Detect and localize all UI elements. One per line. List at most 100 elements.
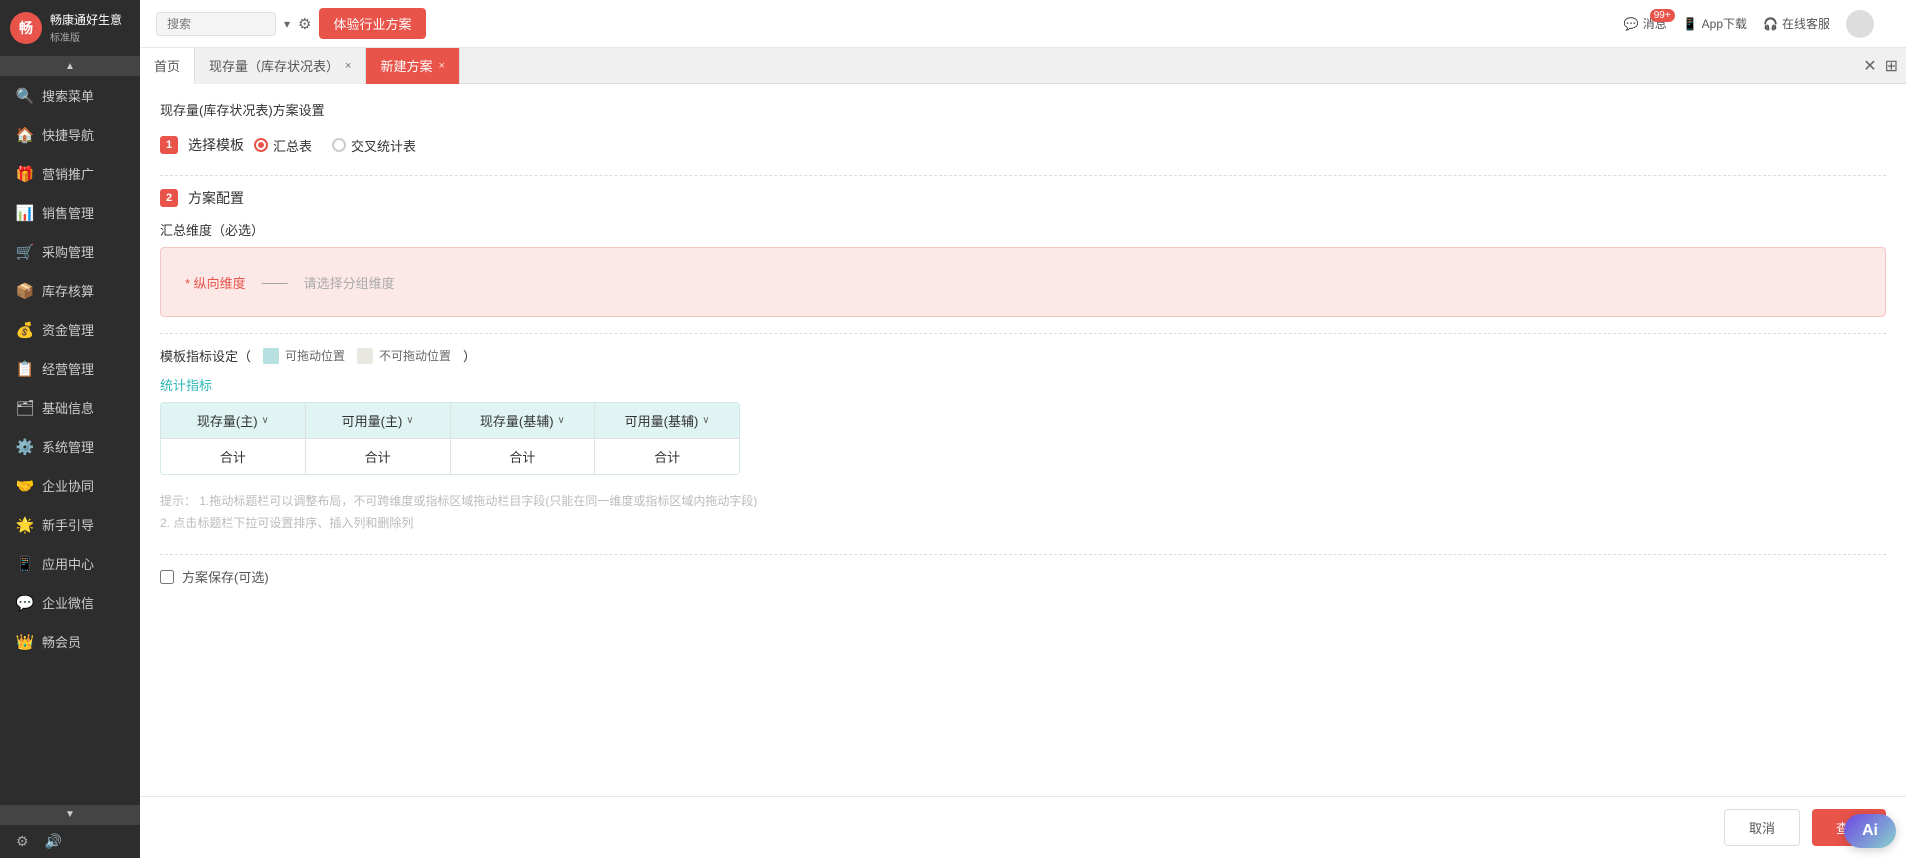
sidebar-scroll-down[interactable]: ▼ bbox=[0, 805, 140, 824]
save-label: 方案保存(可选) bbox=[182, 567, 269, 586]
stats-data-label-2: 合计 bbox=[509, 447, 535, 466]
sidebar-item-label: 基础信息 bbox=[42, 398, 94, 417]
radio-cross-label: 交叉统计表 bbox=[351, 136, 416, 155]
sidebar-item-label: 畅会员 bbox=[42, 632, 81, 651]
sidebar-item-quick-nav[interactable]: 🏠 快捷导航 bbox=[0, 115, 140, 154]
app-label: App下载 bbox=[1702, 15, 1747, 32]
tab-home[interactable]: 首页 bbox=[140, 48, 195, 84]
draggable-legend-text: 可拖动位置 bbox=[285, 347, 345, 364]
sidebar-item-label: 搜索菜单 bbox=[42, 86, 94, 105]
tab-panel-close-icon[interactable]: ✕ bbox=[1863, 56, 1876, 76]
sidebar-item-finance[interactable]: 💰 资金管理 bbox=[0, 310, 140, 349]
sidebar-item-sales[interactable]: 📊 销售管理 bbox=[0, 193, 140, 232]
sidebar-item-label: 资金管理 bbox=[42, 320, 94, 339]
fixed-legend-box bbox=[357, 348, 373, 364]
dimension-box[interactable]: * 纵向维度 —— 请选择分组维度 bbox=[160, 247, 1886, 317]
sidebar-nav: 🔍 搜索菜单 🏠 快捷导航 🎁 营销推广 📊 销售管理 🛒 采购管理 📦 库存核… bbox=[0, 76, 140, 805]
radio-summary-circle bbox=[254, 138, 268, 152]
app-center-icon: 📱 bbox=[16, 555, 34, 573]
draggable-legend-box bbox=[263, 348, 279, 364]
section2-header: 2 方案配置 bbox=[160, 188, 1886, 208]
purchase-icon: 🛒 bbox=[16, 243, 34, 261]
tab-new-plan-label: 新建方案 bbox=[380, 56, 432, 75]
radio-cross[interactable]: 交叉统计表 bbox=[332, 136, 416, 155]
topbar-right: 💬 消息 99+ 📱 App下载 🎧 在线客服 bbox=[1624, 10, 1890, 38]
sidebar-item-purchase[interactable]: 🛒 采购管理 bbox=[0, 232, 140, 271]
app-download-button[interactable]: 📱 App下载 bbox=[1683, 15, 1747, 32]
system-icon: ⚙️ bbox=[16, 438, 34, 456]
legend-fixed: 不可拖动位置 bbox=[357, 347, 451, 364]
marketing-icon: 🎁 bbox=[16, 165, 34, 183]
stats-header-cell-0[interactable]: 现存量(主) ∨ bbox=[161, 403, 306, 438]
sidebar-item-enterprise[interactable]: 🤝 企业协同 bbox=[0, 466, 140, 505]
topbar-left: ▾ ⚙ 体验行业方案 bbox=[156, 8, 426, 39]
quick-nav-icon: 🏠 bbox=[16, 126, 34, 144]
sidebar-item-marketing[interactable]: 🎁 营销推广 bbox=[0, 154, 140, 193]
sales-icon: 📊 bbox=[16, 204, 34, 222]
dimension-required-star: * 纵向维度 bbox=[185, 273, 246, 292]
dimension-label: 汇总维度（必选） bbox=[160, 220, 1886, 239]
section1-num: 1 bbox=[160, 136, 178, 154]
tab-new-plan-close[interactable]: × bbox=[438, 60, 444, 72]
chevron-icon-0: ∨ bbox=[262, 415, 269, 426]
fixed-legend-text: 不可拖动位置 bbox=[379, 347, 451, 364]
finance-icon: 💰 bbox=[16, 321, 34, 339]
footer-bar: 取消 查询 bbox=[140, 796, 1906, 858]
sidebar-scroll-up[interactable]: ▲ bbox=[0, 57, 140, 76]
settings-icon[interactable]: ⚙ bbox=[16, 833, 29, 850]
sidebar-item-new-guide[interactable]: 🌟 新手引导 bbox=[0, 505, 140, 544]
main-area: ▾ ⚙ 体验行业方案 💬 消息 99+ 📱 App下载 🎧 在线客服 首页 bbox=[140, 0, 1906, 858]
stats-header-label-3: 可用量(基辅) bbox=[625, 411, 699, 430]
sidebar-item-app-center[interactable]: 📱 应用中心 bbox=[0, 544, 140, 583]
sidebar-item-label: 快捷导航 bbox=[42, 125, 94, 144]
experience-button[interactable]: 体验行业方案 bbox=[319, 8, 425, 39]
tips-item2: 2. 点击标题栏下拉可设置排序、插入列和删除列 bbox=[160, 516, 413, 530]
stats-data-label-0: 合计 bbox=[220, 447, 246, 466]
tab-home-label: 首页 bbox=[154, 56, 180, 75]
tab-panel-expand-icon[interactable]: ⊞ bbox=[1885, 56, 1898, 76]
chevron-icon-3: ∨ bbox=[702, 415, 709, 426]
inventory-icon: 📦 bbox=[16, 282, 34, 300]
stats-header-cell-1[interactable]: 可用量(主) ∨ bbox=[306, 403, 451, 438]
sidebar-item-operation[interactable]: 📋 经营管理 bbox=[0, 349, 140, 388]
stats-data-label-3: 合计 bbox=[654, 447, 680, 466]
search-input[interactable] bbox=[156, 12, 276, 36]
operation-icon: 📋 bbox=[16, 360, 34, 378]
logo-icon: 畅 bbox=[10, 12, 42, 44]
sidebar-item-system[interactable]: ⚙️ 系统管理 bbox=[0, 427, 140, 466]
stats-table: 现存量(主) ∨ 可用量(主) ∨ 现存量(基辅) ∨ 可用量(基辅) bbox=[160, 402, 740, 475]
tab-new-plan[interactable]: 新建方案 × bbox=[366, 48, 459, 84]
sidebar-item-label: 系统管理 bbox=[42, 437, 94, 456]
stats-header-label-2: 现存量(基辅) bbox=[480, 411, 554, 430]
template-radio-group: 汇总表 交叉统计表 bbox=[254, 136, 416, 155]
dropdown-button[interactable]: ▾ bbox=[284, 17, 290, 31]
tips-text: 提示： 1.拖动标题栏可以调整布局，不可跨维度或指标区域拖动栏目字段(只能在同一… bbox=[160, 491, 1886, 534]
sidebar-item-wechat[interactable]: 💬 企业微信 bbox=[0, 583, 140, 622]
online-service-button[interactable]: 🎧 在线客服 bbox=[1763, 15, 1830, 32]
gear-icon[interactable]: ⚙ bbox=[298, 15, 311, 33]
divider1 bbox=[160, 175, 1886, 176]
ai-float-button[interactable]: Ai bbox=[1844, 814, 1896, 848]
tab-inventory-close[interactable]: × bbox=[345, 60, 351, 72]
section1-title: 选择模板 bbox=[188, 135, 244, 155]
tab-inventory-status[interactable]: 现存量（库存状况表） × bbox=[195, 48, 366, 84]
radio-summary[interactable]: 汇总表 bbox=[254, 136, 312, 155]
stats-header-cell-2[interactable]: 现存量(基辅) ∨ bbox=[451, 403, 596, 438]
sidebar-item-basic-info[interactable]: 🗂 基础信息 bbox=[0, 388, 140, 427]
sidebar-item-inventory[interactable]: 📦 库存核算 bbox=[0, 271, 140, 310]
message-button[interactable]: 💬 消息 99+ bbox=[1624, 15, 1667, 32]
stats-header-label-0: 现存量(主) bbox=[197, 411, 258, 430]
sidebar-item-search-menu[interactable]: 🔍 搜索菜单 bbox=[0, 76, 140, 115]
cancel-button[interactable]: 取消 bbox=[1724, 809, 1800, 846]
legend-draggable: 可拖动位置 bbox=[263, 347, 345, 364]
stats-header-cell-3[interactable]: 可用量(基辅) ∨ bbox=[595, 403, 739, 438]
volume-icon[interactable]: 🔊 bbox=[45, 833, 62, 850]
save-checkbox[interactable] bbox=[160, 570, 174, 584]
dimension-dash: —— bbox=[262, 275, 288, 290]
topbar: ▾ ⚙ 体验行业方案 💬 消息 99+ 📱 App下载 🎧 在线客服 bbox=[140, 0, 1906, 48]
radio-summary-label: 汇总表 bbox=[273, 136, 312, 155]
sidebar-item-member[interactable]: 👑 畅会员 bbox=[0, 622, 140, 661]
section-choose-template: 1 选择模板 汇总表 交叉统计表 bbox=[160, 135, 1886, 155]
radio-cross-circle bbox=[332, 138, 346, 152]
sidebar-item-label: 库存核算 bbox=[42, 281, 94, 300]
